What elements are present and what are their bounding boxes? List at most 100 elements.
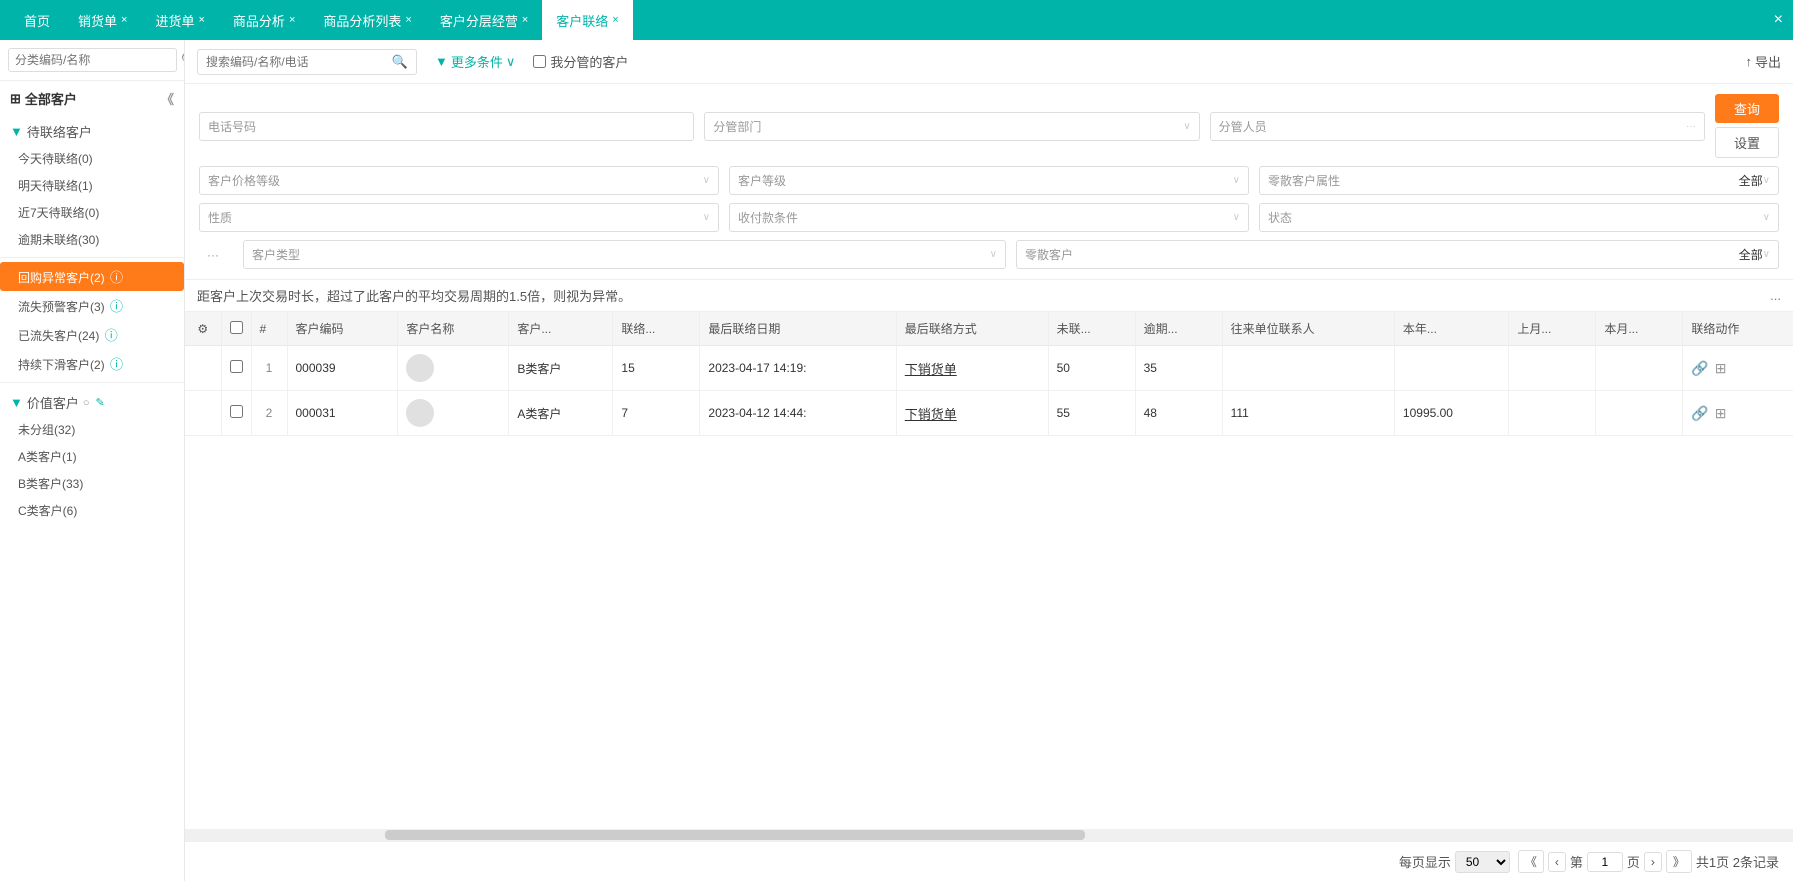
col-unreached-header[interactable]: 未联...	[1048, 312, 1135, 346]
nav-product-analysis-list[interactable]: 商品分析列表 ×	[309, 0, 425, 40]
filter-icon: ▼	[435, 54, 448, 69]
sidebar-all-customers[interactable]: ⊞ 全部客户 《	[0, 81, 184, 116]
filter-customer-grade[interactable]: 客户等级 ∨	[729, 166, 1249, 195]
sidebar-search-input[interactable]	[8, 48, 177, 72]
circle-icon[interactable]: ○	[83, 397, 90, 409]
row-name-0[interactable]	[398, 346, 509, 391]
scrollbar-thumb[interactable]	[385, 830, 1085, 840]
filter-retail-customer[interactable]: 零散客户 全部 ∨	[1016, 240, 1779, 269]
col-contact-person-header[interactable]: 往来单位联系人	[1222, 312, 1394, 346]
filter-payment-terms[interactable]: 收付款条件 ∨	[729, 203, 1249, 232]
col-checkbox-header[interactable]	[221, 312, 251, 346]
filter-manager[interactable]: 分管人员 ···	[1210, 112, 1705, 141]
window-close-button[interactable]: ×	[1774, 11, 1783, 29]
row-last-contact-date-0: 2023-04-17 14:19:	[700, 346, 896, 391]
filter-status[interactable]: 状态 ∨	[1259, 203, 1779, 232]
nav-customer-contact-close[interactable]: ×	[612, 14, 618, 26]
my-customers-checkbox[interactable]	[533, 55, 546, 68]
page-number-input[interactable]	[1587, 852, 1623, 872]
row-checkbox-1[interactable]	[221, 391, 251, 436]
filter-department[interactable]: 分管部门 ∨	[704, 112, 1199, 141]
action-link-icon-1[interactable]: 🔗	[1691, 405, 1708, 422]
nav-product-analysis-close[interactable]: ×	[289, 14, 295, 26]
filter-phone[interactable]: 电话号码	[199, 112, 694, 141]
setting-button[interactable]: 设置	[1715, 127, 1779, 158]
nav-purchase-order[interactable]: 进货单 ×	[141, 0, 218, 40]
row-overdue-0: 35	[1135, 346, 1222, 391]
col-contacts-header[interactable]: 联络...	[613, 312, 700, 346]
sidebar-item-class-b[interactable]: B类客户(33)	[0, 470, 184, 497]
sidebar-item-churned[interactable]: 已流失客户(24) ⓘ	[0, 320, 184, 349]
row-contacts-1: 7	[613, 391, 700, 436]
query-button[interactable]: 查询	[1715, 94, 1779, 123]
nav-home[interactable]: 首页	[10, 0, 64, 40]
sidebar-item-class-a[interactable]: A类客户(1)	[0, 443, 184, 470]
action-link-icon-0[interactable]: 🔗	[1691, 360, 1708, 377]
nav-purchase-order-close[interactable]: ×	[198, 14, 204, 26]
filter-price-grade[interactable]: 客户价格等级 ∨	[199, 166, 719, 195]
col-overdue-header[interactable]: 逾期...	[1135, 312, 1222, 346]
col-this-year-header[interactable]: 本年...	[1394, 312, 1508, 346]
sidebar-item-overdue-contact[interactable]: 逾期未联络(30)	[0, 226, 184, 253]
col-name-header[interactable]: 客户名称	[398, 312, 509, 346]
nav-sales-order[interactable]: 销货单 ×	[64, 0, 141, 40]
last-page-button[interactable]: 》	[1666, 850, 1692, 873]
next-page-button[interactable]: ›	[1644, 852, 1662, 872]
select-all-checkbox[interactable]	[230, 321, 243, 334]
sidebar-item-7day-contact[interactable]: 近7天待联络(0)	[0, 199, 184, 226]
col-last-contact-date-header[interactable]: 最后联络日期	[700, 312, 896, 346]
arrow-down-icon: ▼	[10, 124, 23, 139]
row-code-1[interactable]: 000031	[287, 391, 398, 436]
my-customers-checkbox-label[interactable]: 我分管的客户	[533, 52, 628, 71]
sidebar-item-repurchase-anomaly[interactable]: 回购异常客户(2) ⓘ	[0, 262, 184, 291]
filter-more-dots[interactable]: ···	[199, 243, 227, 267]
first-page-button[interactable]: 《	[1518, 850, 1544, 873]
top-navigation: 首页 销货单 × 进货单 × 商品分析 × 商品分析列表 × 客户分层经营 × …	[0, 0, 1793, 40]
row-checkbox-0[interactable]	[221, 346, 251, 391]
edit-icon[interactable]: ✎	[96, 396, 105, 409]
export-button[interactable]: ↑ 导出	[1745, 52, 1781, 71]
filter-nature[interactable]: 性质 ∨	[199, 203, 719, 232]
col-last-contact-method-header[interactable]: 最后联络方式	[896, 312, 1048, 346]
sidebar-item-churn-warning[interactable]: 流失预警客户(3) ⓘ	[0, 291, 184, 320]
more-conditions-button[interactable]: ▼ 更多条件 ∨	[427, 48, 523, 75]
sidebar-group-value-customers: ▼ 价值客户 ○ ✎	[0, 387, 184, 416]
filter-price-grade-label: 客户价格等级	[208, 172, 699, 189]
sidebar-collapse-button[interactable]: 《	[161, 89, 174, 108]
toolbar-search-box[interactable]: 🔍	[197, 49, 417, 75]
col-settings[interactable]: ⚙	[185, 312, 221, 346]
sidebar-group-pending-contact[interactable]: ▼ 待联络客户	[0, 116, 184, 145]
col-this-month-header[interactable]: 本月...	[1596, 312, 1683, 346]
row-last-contact-method-0[interactable]: 下销货单	[896, 346, 1048, 391]
col-last-month-header[interactable]: 上月...	[1509, 312, 1596, 346]
filter-retail-attribute[interactable]: 零散客户属性 全部 ∨	[1259, 166, 1779, 195]
toolbar-search-input[interactable]	[206, 55, 388, 69]
tooltip-more-button[interactable]: ...	[1770, 288, 1781, 303]
filter-action-buttons: 查询 设置	[1715, 94, 1779, 158]
sidebar-item-ungrouped[interactable]: 未分组(32)	[0, 416, 184, 443]
nav-product-analysis[interactable]: 商品分析 ×	[219, 0, 309, 40]
action-grid-icon-1[interactable]: ⊞	[1715, 405, 1727, 422]
sidebar-item-class-c[interactable]: C类客户(6)	[0, 497, 184, 524]
row-last-contact-method-1[interactable]: 下销货单	[896, 391, 1048, 436]
toolbar-search-icon[interactable]: 🔍	[392, 54, 408, 70]
row-code-0[interactable]: 000039	[287, 346, 398, 391]
sidebar-item-today-contact[interactable]: 今天待联络(0)	[0, 145, 184, 172]
col-type-header[interactable]: 客户...	[509, 312, 613, 346]
chevron-down-icon: ∨	[506, 54, 516, 70]
sidebar-item-declining[interactable]: 持续下滑客户(2) ⓘ	[0, 349, 184, 378]
col-code-header[interactable]: 客户编码	[287, 312, 398, 346]
prev-page-button[interactable]: ‹	[1548, 852, 1566, 872]
nav-product-analysis-list-close[interactable]: ×	[405, 14, 411, 26]
filter-department-label: 分管部门	[713, 118, 1179, 135]
nav-sales-order-close[interactable]: ×	[121, 14, 127, 26]
row-name-1[interactable]	[398, 391, 509, 436]
action-grid-icon-0[interactable]: ⊞	[1715, 360, 1727, 377]
sidebar-item-tomorrow-contact[interactable]: 明天待联络(1)	[0, 172, 184, 199]
filter-customer-type[interactable]: 客户类型 ∨	[243, 240, 1006, 269]
nav-customer-stratification[interactable]: 客户分层经营 ×	[426, 0, 542, 40]
per-page-select[interactable]: 50 20 100	[1455, 851, 1510, 873]
nav-customer-stratification-close[interactable]: ×	[522, 14, 528, 26]
horizontal-scrollbar[interactable]	[185, 829, 1793, 841]
nav-customer-contact[interactable]: 客户联络 ×	[542, 0, 632, 40]
